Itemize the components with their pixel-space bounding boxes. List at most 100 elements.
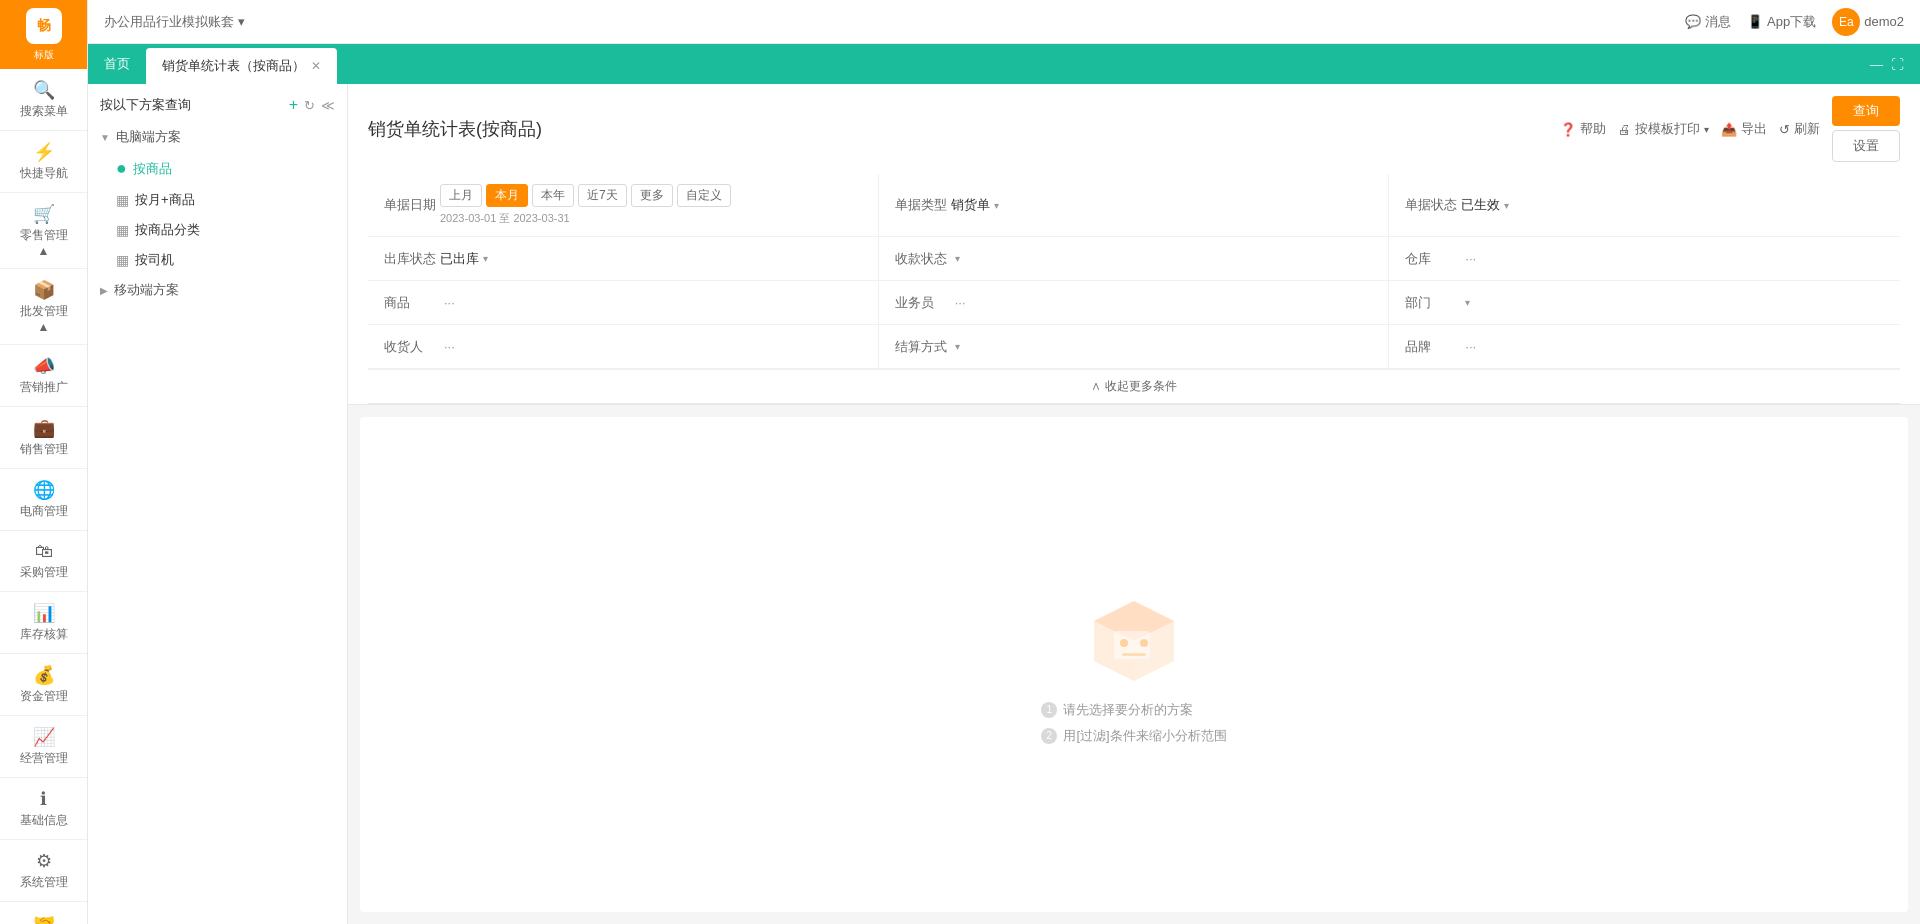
tabbar: 首页 销货单统计表（按商品） ✕ — ⛶	[88, 44, 1920, 84]
user-menu[interactable]: Ea demo2	[1832, 8, 1904, 36]
date-filter-value: 上月 本月 本年 近7天 更多 自定义 2023-03-01 至 2023-03…	[440, 184, 862, 226]
filter-cell-warehouse: 仓库 ···	[1389, 237, 1900, 281]
sidebar-item-operation-label: 经营管理	[20, 750, 68, 767]
collapse-bar[interactable]: ∧ 收起更多条件	[368, 369, 1900, 404]
sidebar-item-sales[interactable]: 💼 销售管理	[0, 407, 87, 469]
tab-close-icon[interactable]: ✕	[311, 59, 321, 73]
wholesale-expand-icon: ▲	[38, 320, 50, 334]
sidebar-item-quick-label: 快捷导航	[20, 165, 68, 182]
sidebar-item-search[interactable]: 🔍 搜索菜单	[0, 69, 87, 131]
department-value[interactable]: ▾	[1461, 297, 1884, 308]
date-btn-more[interactable]: 更多	[631, 184, 673, 207]
collapse-scheme-icon[interactable]: ≪	[321, 98, 335, 113]
scheme-item-by-month-product[interactable]: ▦ 按月+商品	[88, 185, 347, 215]
doc-type-text: 销货单	[951, 196, 990, 214]
out-status-value[interactable]: 已出库 ▾	[440, 250, 862, 268]
by-month-product-icon: ▦	[116, 192, 129, 208]
scheme-item-by-driver[interactable]: ▦ 按司机	[88, 245, 347, 275]
retail-nav-icon: 🛒	[33, 203, 55, 225]
scheme-header-title: 按以下方案查询	[100, 96, 191, 114]
window-minimize-icon[interactable]: —	[1870, 57, 1883, 72]
product-dots-icon[interactable]: ···	[444, 295, 455, 310]
export-button[interactable]: 📤 导出	[1721, 120, 1767, 138]
sidebar-item-purchase[interactable]: 🛍 采购管理	[0, 531, 87, 592]
scheme-group-mobile[interactable]: ▶ 移动端方案	[88, 275, 347, 305]
scheme-item-by-driver-label: 按司机	[135, 251, 174, 269]
sidebar-item-wholesale[interactable]: 📦 批发管理 ▲	[0, 269, 87, 345]
add-scheme-button[interactable]: +	[289, 96, 298, 114]
date-btn-last-month[interactable]: 上月	[440, 184, 482, 207]
tab-home[interactable]: 首页	[88, 44, 146, 84]
sidebar-item-inventory[interactable]: 📊 库存核算	[0, 592, 87, 654]
date-filter-label: 单据日期	[384, 196, 440, 214]
help-icon: ❓	[1560, 122, 1576, 137]
payment-value[interactable]: ▾	[951, 341, 1373, 352]
sidebar-item-finance[interactable]: 💰 资金管理	[0, 654, 87, 716]
message-button[interactable]: 💬 消息	[1685, 13, 1731, 31]
warehouse-value[interactable]: ···	[1461, 251, 1884, 266]
date-btn-custom[interactable]: 自定义	[677, 184, 731, 207]
industry-selector[interactable]: 办公用品行业模拟账套 ▾	[104, 13, 245, 31]
out-status-dropdown-icon: ▾	[483, 253, 488, 264]
warehouse-dots-icon[interactable]: ···	[1465, 251, 1476, 266]
wholesale-nav-icon: 📦	[33, 279, 55, 301]
tab-sales-stats[interactable]: 销货单统计表（按商品） ✕	[146, 48, 337, 84]
scheme-item-by-product[interactable]: ● 按商品	[88, 152, 347, 185]
salesman-dots-icon[interactable]: ···	[955, 295, 966, 310]
receipt-status-value[interactable]: ▾	[951, 253, 1373, 264]
product-value[interactable]: ···	[440, 295, 862, 310]
system-nav-icon: ⚙	[36, 850, 52, 872]
filter-cell-doc-type: 单据类型 销货单 ▾	[879, 174, 1390, 237]
filter-cell-salesman: 业务员 ···	[879, 281, 1390, 325]
print-button[interactable]: 🖨 按模板打印 ▾	[1618, 120, 1709, 138]
print-label: 按模板打印	[1635, 120, 1700, 138]
sidebar-item-operation[interactable]: 📈 经营管理	[0, 716, 87, 778]
sidebar-item-marketing[interactable]: 📣 营销推广	[0, 345, 87, 407]
settings-button[interactable]: 设置	[1832, 130, 1900, 162]
sidebar-item-basic[interactable]: ℹ 基础信息	[0, 778, 87, 840]
svg-rect-6	[1122, 653, 1146, 656]
refresh-scheme-icon[interactable]: ↻	[304, 98, 315, 113]
right-panel: 销货单统计表(按商品) ❓ 帮助 🖨 按模板打印 ▾	[348, 84, 1920, 924]
topbar: 办公用品行业模拟账套 ▾ 💬 消息 📱 App下载 Ea demo2	[88, 0, 1920, 44]
date-btn-7days[interactable]: 近7天	[578, 184, 627, 207]
receiver-value[interactable]: ···	[440, 339, 862, 354]
date-btn-this-month[interactable]: 本月	[486, 184, 528, 207]
filter-cell-out-status: 出库状态 已出库 ▾	[368, 237, 879, 281]
scheme-item-by-category[interactable]: ▦ 按商品分类	[88, 215, 347, 245]
date-btn-this-year[interactable]: 本年	[532, 184, 574, 207]
message-icon: 💬	[1685, 14, 1701, 29]
salesman-value[interactable]: ···	[951, 295, 1373, 310]
pc-group-label: 电脑端方案	[116, 128, 181, 146]
scheme-group-pc[interactable]: ▼ 电脑端方案	[88, 122, 347, 152]
by-driver-icon: ▦	[116, 252, 129, 268]
sidebar-item-enterprise[interactable]: 🤝 企业协同	[0, 902, 87, 924]
window-maximize-icon[interactable]: ⛶	[1891, 57, 1904, 72]
doc-status-label: 单据状态	[1405, 196, 1461, 214]
app-download-button[interactable]: 📱 App下载	[1747, 13, 1816, 31]
sidebar-item-ecommerce[interactable]: 🌐 电商管理	[0, 469, 87, 531]
help-button[interactable]: ❓ 帮助	[1560, 120, 1606, 138]
purchase-nav-icon: 🛍	[35, 541, 53, 562]
sidebar-item-system[interactable]: ⚙ 系统管理	[0, 840, 87, 902]
brand-value[interactable]: ···	[1461, 339, 1884, 354]
refresh-button[interactable]: ↺ 刷新	[1779, 120, 1820, 138]
filter-grid: 单据日期 上月 本月 本年 近7天 更多 自定义 2023-03-01 至 20…	[368, 174, 1900, 369]
date-range-text: 2023-03-01 至 2023-03-31	[440, 211, 570, 226]
brand-dots-icon[interactable]: ···	[1465, 339, 1476, 354]
query-button[interactable]: 查询	[1832, 96, 1900, 126]
enterprise-nav-icon: 🤝	[33, 912, 55, 924]
doc-type-value[interactable]: 销货单 ▾	[951, 196, 1373, 214]
help-label: 帮助	[1580, 120, 1606, 138]
sidebar-item-quick[interactable]: ⚡ 快捷导航	[0, 131, 87, 193]
product-label: 商品	[384, 294, 440, 312]
tab-home-label: 首页	[104, 55, 130, 73]
receiver-dots-icon[interactable]: ···	[444, 339, 455, 354]
doc-status-value[interactable]: 已生效 ▾	[1461, 196, 1884, 214]
empty-state: 1 请先选择要分析的方案 2 用[过滤]条件来缩小分析范围	[360, 417, 1908, 912]
receipt-status-dropdown-icon: ▾	[955, 253, 960, 264]
step-1-number: 1	[1041, 702, 1057, 718]
sidebar-item-retail[interactable]: 🛒 零售管理 ▲	[0, 193, 87, 269]
filter-cell-date: 单据日期 上月 本月 本年 近7天 更多 自定义 2023-03-01 至 20…	[368, 174, 879, 237]
refresh-label: 刷新	[1794, 120, 1820, 138]
